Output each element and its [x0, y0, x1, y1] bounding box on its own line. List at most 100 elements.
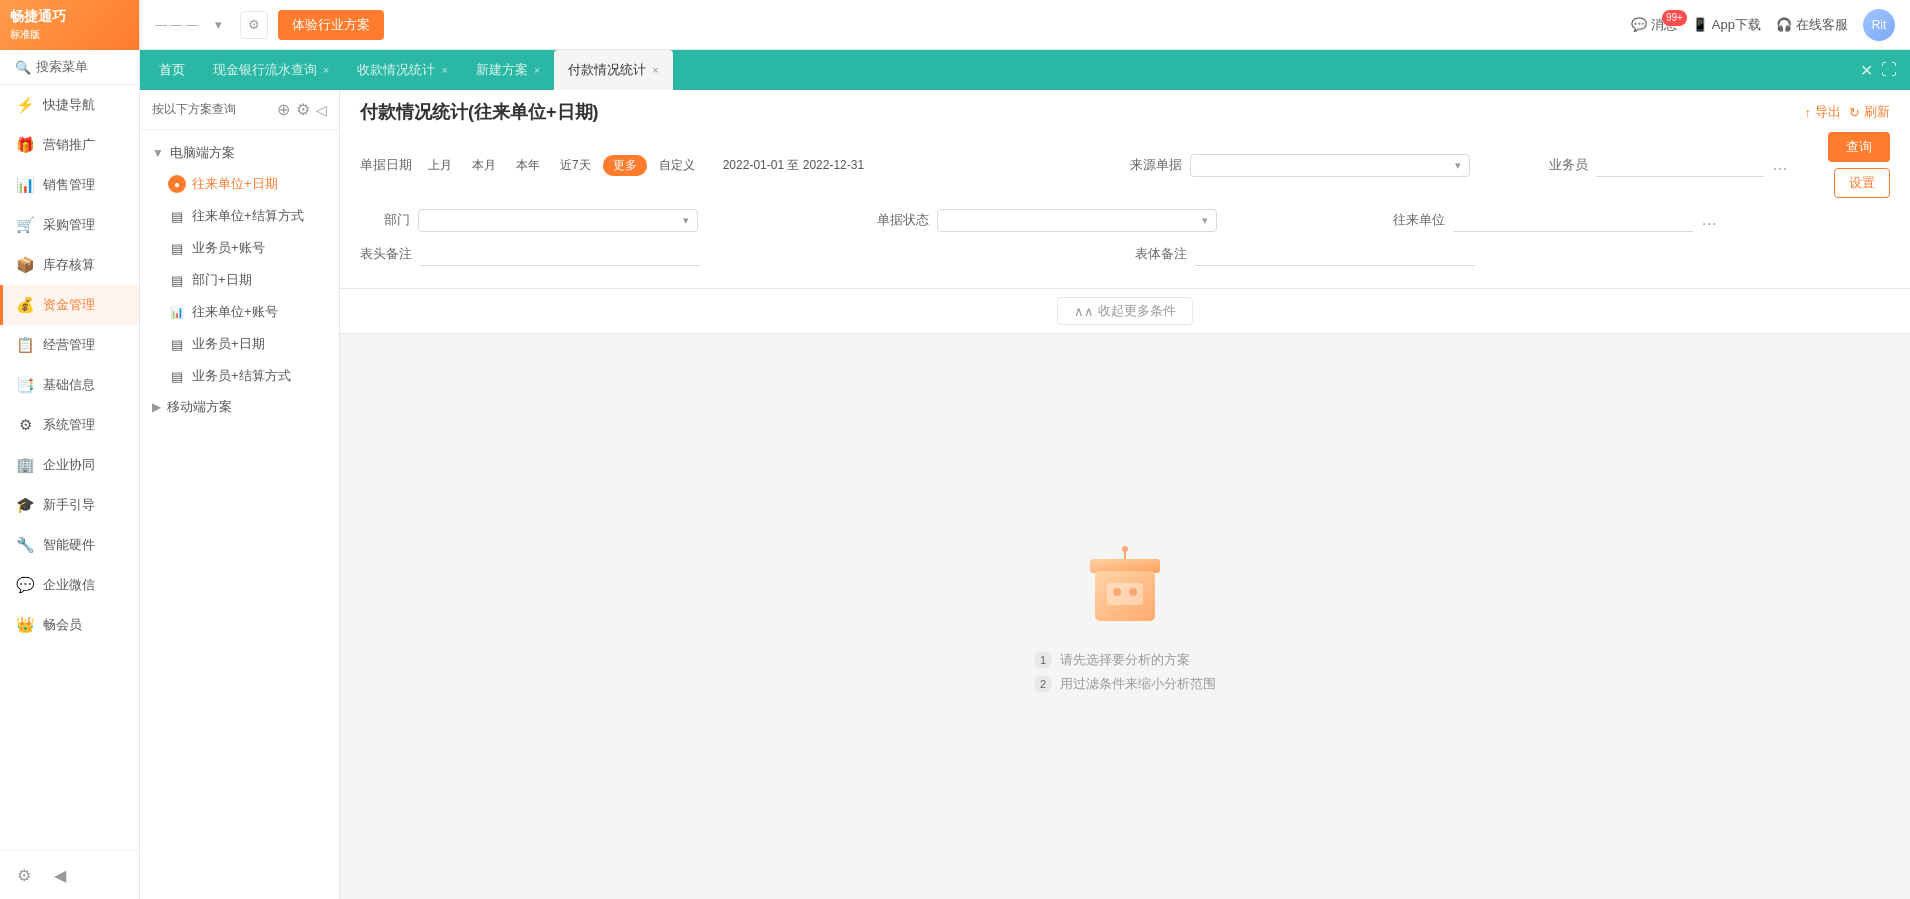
tab-payment-stat-label: 付款情况统计: [568, 61, 646, 79]
guide-icon: 🎓: [15, 495, 35, 515]
search-menu[interactable]: 🔍 搜索菜单: [0, 50, 139, 85]
breadcrumb: — — —: [155, 18, 198, 32]
empty-illustration-svg: [1075, 541, 1175, 631]
sidebar-item-marketing[interactable]: 🎁 营销推广: [0, 125, 139, 165]
date-this-year[interactable]: 本年: [508, 155, 548, 176]
scheme-category-desktop[interactable]: ▼ 电脑端方案: [140, 138, 339, 168]
partner-dots-button[interactable]: …: [1701, 211, 1719, 229]
sidebar-nav: ⚡ 快捷导航 🎁 营销推广 📊 销售管理 🛒 采购管理 📦 库存核算 💰 资金管…: [0, 85, 139, 850]
main-area: — — — ▾ ⚙ 体验行业方案 💬 消息 99+ 📱 App下载 🎧 在线客服…: [140, 0, 1910, 899]
collapse-more-button[interactable]: ∧∧ 收起更多条件: [1057, 297, 1193, 325]
tabs-actions: ✕ ⛶: [1860, 61, 1905, 80]
scheme-item-staff-account[interactable]: ▤ 业务员+账号: [140, 232, 339, 264]
tab-receipt-stat-close[interactable]: ×: [441, 64, 447, 76]
source-doc-select[interactable]: ▾: [1190, 154, 1470, 177]
table-header-note-input[interactable]: [420, 242, 700, 266]
scheme-item-partner-settlement[interactable]: ▤ 往来单位+结算方式: [140, 200, 339, 232]
sidebar-item-finance[interactable]: 💰 资金管理: [0, 285, 139, 325]
scheme-item-icon: ▤: [168, 367, 186, 385]
scheme-settings-button[interactable]: ⚙: [296, 100, 310, 119]
sidebar-item-smart[interactable]: 🔧 智能硬件: [0, 525, 139, 565]
tabs-close-all-button[interactable]: ✕: [1860, 61, 1873, 80]
tab-new-scheme[interactable]: 新建方案 ×: [462, 50, 554, 90]
refresh-button[interactable]: ↻ 刷新: [1849, 103, 1890, 121]
partner-input[interactable]: [1453, 208, 1693, 232]
staff-dots-button[interactable]: …: [1772, 156, 1790, 174]
trial-button[interactable]: 体验行业方案: [278, 10, 384, 40]
sidebar-item-purchase[interactable]: 🛒 采购管理: [0, 205, 139, 245]
scheme-item-dept-date[interactable]: ▤ 部门+日期: [140, 264, 339, 296]
scheme-item-partner-date[interactable]: ● 往来单位+日期: [140, 168, 339, 200]
scheme-panel-collapse-button[interactable]: ◁: [316, 102, 327, 118]
dept-arrow-icon: ▾: [683, 214, 689, 227]
export-label: 导出: [1815, 103, 1841, 121]
collapse-more-label: 收起更多条件: [1098, 302, 1176, 320]
tab-payment-stat-close[interactable]: ×: [652, 64, 658, 76]
tab-cash-flow[interactable]: 现金银行流水查询 ×: [199, 50, 343, 90]
sidebar-item-inventory[interactable]: 📦 库存核算: [0, 245, 139, 285]
scheme-item-icon: ▤: [168, 207, 186, 225]
online-service-button[interactable]: 🎧 在线客服: [1776, 16, 1848, 34]
filter-settings-button[interactable]: 设置: [1834, 168, 1890, 198]
sidebar-item-wechat[interactable]: 💬 企业微信: [0, 565, 139, 605]
staff-input[interactable]: [1596, 153, 1764, 177]
scheme-item-partner-account[interactable]: 📊 往来单位+账号: [140, 296, 339, 328]
sidebar-item-label: 畅会员: [43, 616, 82, 634]
message-badge: 99+: [1662, 10, 1687, 26]
dept-select[interactable]: ▾: [418, 209, 698, 232]
doc-status-select[interactable]: ▾: [937, 209, 1217, 232]
tab-bar: 首页 现金银行流水查询 × 收款情况统计 × 新建方案 × 付款情况统计 × ✕…: [140, 50, 1910, 90]
scheme-tree: ▼ 电脑端方案 ● 往来单位+日期 ▤ 往来单位+结算方式 ▤ 业务员+账号: [140, 130, 339, 899]
scheme-item-icon: 📊: [168, 303, 186, 321]
sidebar-item-label: 营销推广: [43, 136, 95, 154]
tip-1-text: 请先选择要分析的方案: [1060, 651, 1190, 669]
sidebar-item-system[interactable]: ⚙ 系统管理: [0, 405, 139, 445]
date-last-7[interactable]: 近7天: [552, 155, 599, 176]
sidebar-item-label: 采购管理: [43, 216, 95, 234]
refresh-icon: ↻: [1849, 105, 1860, 120]
empty-state: 1 请先选择要分析的方案 2 用过滤条件来缩小分析范围: [340, 334, 1910, 899]
query-button[interactable]: 查询: [1828, 132, 1890, 162]
doc-status-label: 单据状态: [877, 211, 929, 229]
topbar-settings-button[interactable]: ⚙: [240, 11, 268, 39]
scheme-item-staff-date[interactable]: ▤ 业务员+日期: [140, 328, 339, 360]
sidebar-item-sales[interactable]: 📊 销售管理: [0, 165, 139, 205]
online-service-label: 在线客服: [1796, 16, 1848, 34]
smart-icon: 🔧: [15, 535, 35, 555]
scheme-category-mobile[interactable]: ▶ 移动端方案: [140, 392, 339, 422]
query-area: 查询 设置: [1810, 132, 1890, 198]
sidebar-item-member[interactable]: 👑 畅会员: [0, 605, 139, 645]
date-custom[interactable]: 自定义: [651, 155, 703, 176]
system-icon: ⚙: [15, 415, 35, 435]
topbar-dropdown-button[interactable]: ▾: [208, 14, 230, 36]
filter-header-actions: ↑ 导出 ↻ 刷新: [1805, 103, 1891, 121]
sidebar-item-guide[interactable]: 🎓 新手引导: [0, 485, 139, 525]
table-body-note-input[interactable]: [1195, 242, 1475, 266]
tab-home[interactable]: 首页: [145, 50, 199, 90]
tab-payment-stat[interactable]: 付款情况统计 ×: [554, 50, 672, 90]
message-button[interactable]: 💬 消息 99+: [1631, 16, 1677, 34]
sidebar-collapse-button[interactable]: ◀: [46, 861, 74, 889]
date-this-month[interactable]: 本月: [464, 155, 504, 176]
sidebar-item-enterprise[interactable]: 🏢 企业协同: [0, 445, 139, 485]
sidebar-item-management[interactable]: 📋 经营管理: [0, 325, 139, 365]
quick-nav-icon: ⚡: [15, 95, 35, 115]
export-button[interactable]: ↑ 导出: [1805, 103, 1842, 121]
scheme-add-button[interactable]: ⊕: [277, 100, 290, 119]
dept-label: 部门: [360, 211, 410, 229]
date-more[interactable]: 更多: [603, 155, 647, 176]
scheme-item-staff-settlement[interactable]: ▤ 业务员+结算方式: [140, 360, 339, 392]
filter-row-2: 部门 ▾ 单据状态 ▾: [360, 208, 1890, 232]
empty-state-illustration: [1075, 541, 1175, 641]
tab-cash-flow-close[interactable]: ×: [323, 64, 329, 76]
tab-new-scheme-close[interactable]: ×: [534, 64, 540, 76]
tab-receipt-stat[interactable]: 收款情况统计 ×: [343, 50, 461, 90]
app-download-button[interactable]: 📱 App下载: [1692, 16, 1761, 34]
tabs-maximize-button[interactable]: ⛶: [1881, 61, 1897, 79]
date-last-month[interactable]: 上月: [420, 155, 460, 176]
empty-tip-1: 1 请先选择要分析的方案: [1034, 651, 1216, 669]
sidebar-settings-button[interactable]: ⚙: [10, 861, 38, 889]
sidebar-item-basic-info[interactable]: 📑 基础信息: [0, 365, 139, 405]
sidebar-item-quick-nav[interactable]: ⚡ 快捷导航: [0, 85, 139, 125]
user-avatar[interactable]: Rit: [1863, 9, 1895, 41]
